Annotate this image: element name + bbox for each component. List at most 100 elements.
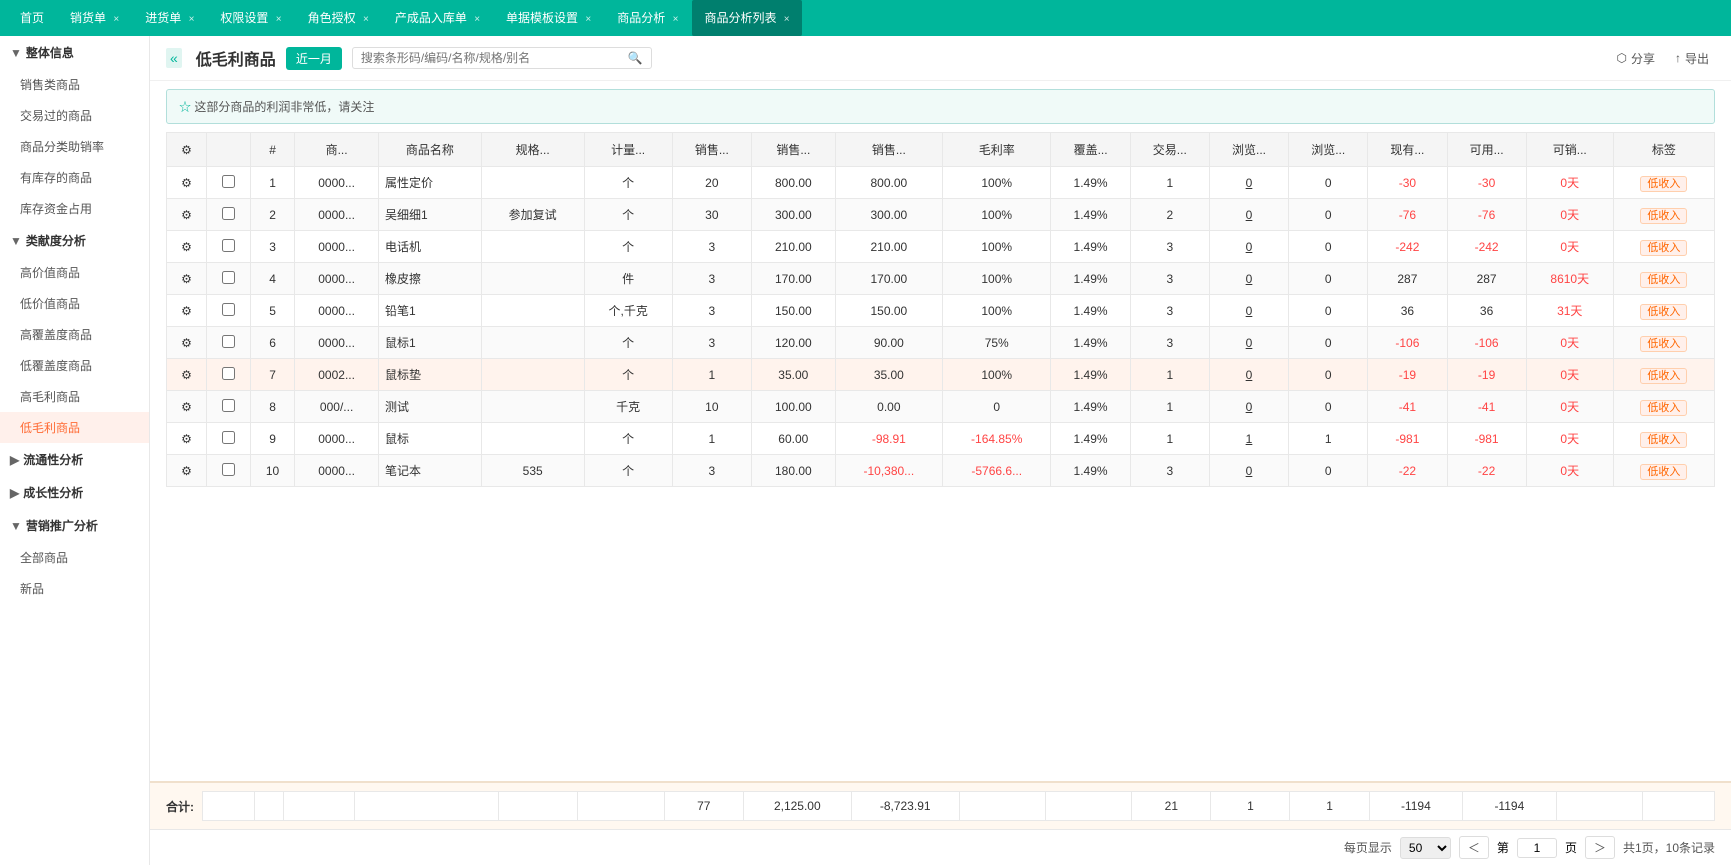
- nav-role-close[interactable]: ×: [363, 14, 369, 25]
- per-page-select[interactable]: 50 100 200: [1400, 837, 1451, 859]
- col-tag[interactable]: 标签: [1613, 133, 1714, 167]
- page-input[interactable]: [1517, 838, 1557, 858]
- nav-permission[interactable]: 权限设置 ×: [208, 0, 293, 36]
- sidebar-section-overall[interactable]: ▼ 整体信息: [0, 36, 149, 69]
- row-sale-price: 35.00: [751, 359, 835, 391]
- nav-template-close[interactable]: ×: [585, 14, 591, 25]
- row-settings-icon[interactable]: ⚙: [167, 359, 207, 391]
- nav-analysis-list[interactable]: 商品分析列表 ×: [692, 0, 801, 36]
- row-browse1[interactable]: 1: [1209, 423, 1288, 455]
- sidebar-item-high-coverage[interactable]: 高覆盖度商品: [0, 319, 149, 350]
- row-settings-icon[interactable]: ⚙: [167, 295, 207, 327]
- col-sale-price[interactable]: 销售...: [751, 133, 835, 167]
- nav-analysis-list-close[interactable]: ×: [784, 14, 790, 25]
- row-browse1[interactable]: 0: [1209, 455, 1288, 487]
- col-settings[interactable]: ⚙: [167, 133, 207, 167]
- col-browse1[interactable]: 浏览...: [1209, 133, 1288, 167]
- sidebar-section-flow[interactable]: ▶ 流通性分析: [0, 443, 149, 476]
- row-checkbox[interactable]: [207, 295, 251, 327]
- row-checkbox[interactable]: [207, 199, 251, 231]
- sidebar-item-high-profit[interactable]: 高毛利商品: [0, 381, 149, 412]
- row-available-stock: -22: [1447, 455, 1526, 487]
- row-browse1[interactable]: 0: [1209, 263, 1288, 295]
- row-browse1[interactable]: 0: [1209, 391, 1288, 423]
- col-checkbox[interactable]: [207, 133, 251, 167]
- nav-product-in-close[interactable]: ×: [474, 14, 480, 25]
- col-name[interactable]: 商品名称: [378, 133, 481, 167]
- nav-purchase[interactable]: 进货单 ×: [133, 0, 206, 36]
- col-unit[interactable]: 计量...: [584, 133, 672, 167]
- sidebar-item-new-goods[interactable]: 新品: [0, 573, 149, 604]
- col-coverage[interactable]: 覆盖...: [1051, 133, 1130, 167]
- row-sale-price: 170.00: [751, 263, 835, 295]
- nav-permission-close[interactable]: ×: [276, 14, 282, 25]
- col-trade[interactable]: 交易...: [1130, 133, 1209, 167]
- sidebar-section-value[interactable]: ▼ 类献度分析: [0, 224, 149, 257]
- nav-purchase-close[interactable]: ×: [189, 14, 195, 25]
- sidebar-section-growth[interactable]: ▶ 成长性分析: [0, 476, 149, 509]
- row-checkbox[interactable]: [207, 167, 251, 199]
- col-spec[interactable]: 规格...: [481, 133, 584, 167]
- col-sale-qty[interactable]: 销售...: [672, 133, 751, 167]
- nav-analysis-close[interactable]: ×: [673, 14, 679, 25]
- row-browse1[interactable]: 0: [1209, 167, 1288, 199]
- row-browse1[interactable]: 0: [1209, 295, 1288, 327]
- sidebar-item-low-coverage[interactable]: 低覆盖度商品: [0, 350, 149, 381]
- col-available-stock[interactable]: 可用...: [1447, 133, 1526, 167]
- col-gross-margin[interactable]: 毛利率: [943, 133, 1051, 167]
- sidebar-item-low-profit[interactable]: 低毛利商品: [0, 412, 149, 443]
- row-settings-icon[interactable]: ⚙: [167, 455, 207, 487]
- row-settings-icon[interactable]: ⚙: [167, 263, 207, 295]
- nav-home[interactable]: 首页: [8, 0, 56, 36]
- search-box[interactable]: 🔍: [352, 47, 652, 69]
- table-row: ⚙ 1 0000... 属性定价 个 20 800.00 800.00 100%…: [167, 167, 1715, 199]
- nav-sale[interactable]: 销货单 ×: [58, 0, 131, 36]
- sidebar-item-category-sale-rate[interactable]: 商品分类助销率: [0, 131, 149, 162]
- row-code: 0000...: [295, 295, 379, 327]
- row-settings-icon[interactable]: ⚙: [167, 199, 207, 231]
- row-settings-icon[interactable]: ⚙: [167, 327, 207, 359]
- sidebar-item-all-goods[interactable]: 全部商品: [0, 542, 149, 573]
- col-current-stock[interactable]: 现有...: [1368, 133, 1447, 167]
- row-checkbox[interactable]: [207, 359, 251, 391]
- nav-analysis[interactable]: 商品分析 ×: [605, 0, 690, 36]
- col-browse2[interactable]: 浏览...: [1289, 133, 1368, 167]
- col-sale-amount[interactable]: 销售...: [835, 133, 942, 167]
- sidebar-item-in-stock[interactable]: 有库存的商品: [0, 162, 149, 193]
- row-checkbox[interactable]: [207, 423, 251, 455]
- sidebar-item-capital-usage[interactable]: 库存资金占用: [0, 193, 149, 224]
- nav-role[interactable]: 角色授权 ×: [296, 0, 381, 36]
- filter-btn[interactable]: 近一月: [286, 47, 342, 70]
- row-checkbox[interactable]: [207, 327, 251, 359]
- row-settings-icon[interactable]: ⚙: [167, 391, 207, 423]
- nav-product-in[interactable]: 产成品入库单 ×: [383, 0, 492, 36]
- row-settings-icon[interactable]: ⚙: [167, 167, 207, 199]
- row-checkbox[interactable]: [207, 391, 251, 423]
- sidebar-item-sale-category[interactable]: 销售类商品: [0, 69, 149, 100]
- row-settings-icon[interactable]: ⚙: [167, 423, 207, 455]
- collapse-sidebar-btn[interactable]: «: [166, 48, 182, 68]
- export-btn[interactable]: ↑ 导出: [1669, 47, 1715, 70]
- row-checkbox[interactable]: [207, 231, 251, 263]
- nav-template[interactable]: 单据模板设置 ×: [494, 0, 603, 36]
- sidebar-item-low-value[interactable]: 低价值商品: [0, 288, 149, 319]
- col-sellable-days[interactable]: 可销...: [1526, 133, 1613, 167]
- sidebar-item-high-value[interactable]: 高价值商品: [0, 257, 149, 288]
- row-browse1[interactable]: 0: [1209, 327, 1288, 359]
- row-browse1[interactable]: 0: [1209, 359, 1288, 391]
- search-input[interactable]: [361, 51, 628, 65]
- row-checkbox[interactable]: [207, 263, 251, 295]
- nav-sale-close[interactable]: ×: [113, 14, 119, 25]
- row-settings-icon[interactable]: ⚙: [167, 231, 207, 263]
- next-page-btn[interactable]: ＞: [1585, 836, 1615, 859]
- row-sale-price: 180.00: [751, 455, 835, 487]
- row-checkbox[interactable]: [207, 455, 251, 487]
- search-icon[interactable]: 🔍: [628, 51, 643, 65]
- sidebar-section-marketing[interactable]: ▼ 营销推广分析: [0, 509, 149, 542]
- prev-page-btn[interactable]: ＜: [1459, 836, 1489, 859]
- sidebar-item-traded[interactable]: 交易过的商品: [0, 100, 149, 131]
- row-browse1[interactable]: 0: [1209, 199, 1288, 231]
- col-code[interactable]: 商...: [295, 133, 379, 167]
- share-btn[interactable]: ⬡ 分享: [1610, 47, 1661, 70]
- row-browse1[interactable]: 0: [1209, 231, 1288, 263]
